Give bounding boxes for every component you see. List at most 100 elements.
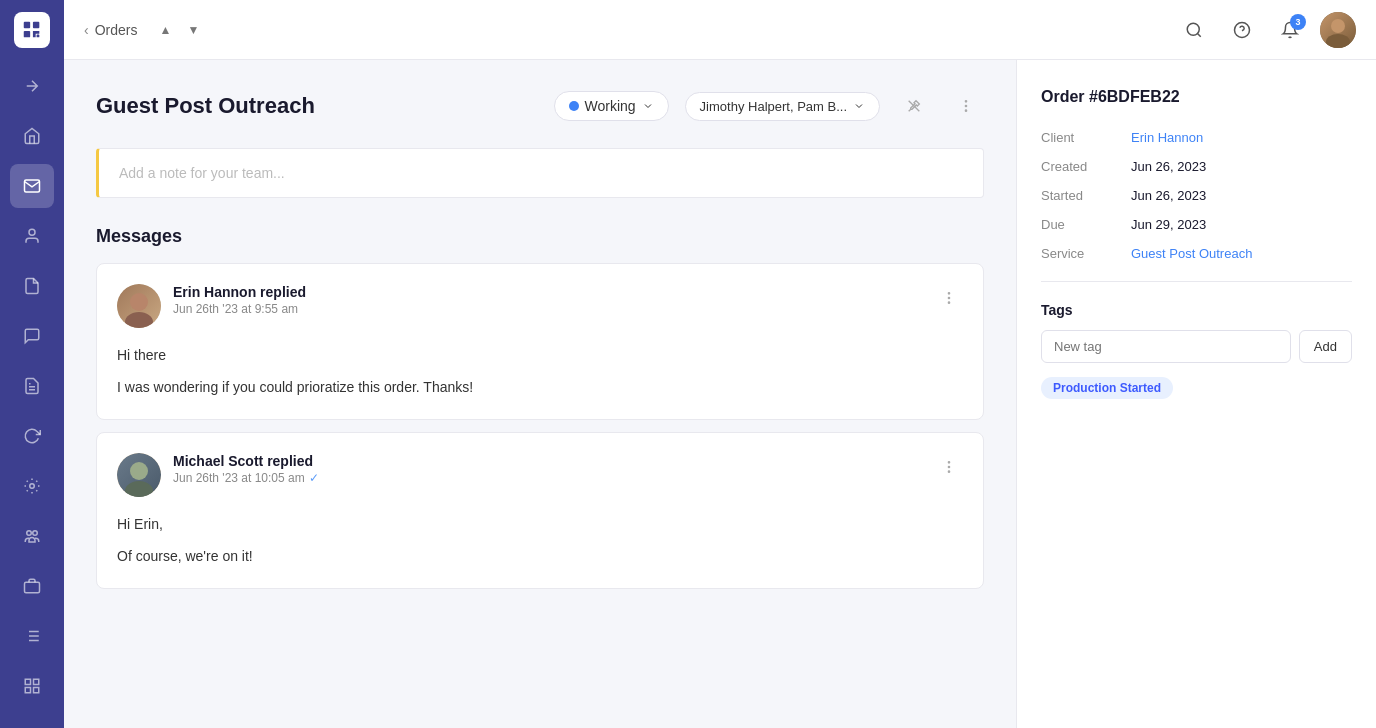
assignee-label: Jimothy Halpert, Pam B... <box>700 99 847 114</box>
order-id: Order #6BDFEB22 <box>1041 88 1352 106</box>
sidebar-item-integrations[interactable] <box>10 464 54 508</box>
sidebar-item-list[interactable] <box>10 614 54 658</box>
detail-row-created: Created Jun 26, 2023 <box>1041 159 1352 174</box>
msg-body-1: Hi there I was wondering if you could pr… <box>117 344 963 399</box>
msg-meta-2: Michael Scott replied Jun 26th '23 at 10… <box>173 453 923 485</box>
msg-menu-2[interactable] <box>935 453 963 481</box>
add-tag-button[interactable]: Add <box>1299 330 1352 363</box>
svg-point-33 <box>948 297 949 298</box>
sidebar-item-inbox[interactable] <box>10 164 54 208</box>
left-panel: Guest Post Outreach Working Jimothy Halp… <box>64 60 1016 728</box>
svg-rect-17 <box>34 688 39 693</box>
svg-line-20 <box>1197 33 1200 36</box>
msg-meta-1: Erin Hannon replied Jun 26th '23 at 9:55… <box>173 284 923 316</box>
nav-up-arrow[interactable]: ▲ <box>153 18 177 42</box>
pin-button[interactable] <box>896 88 932 124</box>
sidebar-item-go[interactable] <box>10 64 54 108</box>
detail-row-due: Due Jun 29, 2023 <box>1041 217 1352 232</box>
svg-rect-0 <box>24 22 30 28</box>
svg-rect-1 <box>24 31 30 37</box>
svg-point-7 <box>30 484 35 489</box>
svg-point-35 <box>130 462 148 480</box>
detail-row-client: Client Erin Hannon <box>1041 130 1352 145</box>
sidebar-item-reports[interactable] <box>10 364 54 408</box>
breadcrumb-label: Orders <box>95 22 138 38</box>
sidebar-item-chat[interactable] <box>10 314 54 358</box>
status-dropdown[interactable]: Working <box>554 91 669 121</box>
svg-point-19 <box>1187 23 1199 35</box>
panel-divider <box>1041 281 1352 282</box>
messages-title: Messages <box>96 226 984 247</box>
svg-point-24 <box>1326 34 1350 48</box>
breadcrumb[interactable]: ‹ Orders <box>84 22 137 38</box>
svg-point-29 <box>130 293 148 311</box>
status-dot <box>569 101 579 111</box>
svg-point-38 <box>948 466 949 467</box>
sidebar-item-briefcase[interactable] <box>10 564 54 608</box>
sidebar-item-partners[interactable] <box>10 514 54 558</box>
topnav: ‹ Orders ▲ ▼ 3 <box>64 0 1376 60</box>
search-button[interactable] <box>1176 12 1212 48</box>
app-logo[interactable] <box>14 12 50 48</box>
sidebar-item-contacts[interactable] <box>10 214 54 258</box>
tag-input-row: Add <box>1041 330 1352 363</box>
sidebar-item-home[interactable] <box>10 114 54 158</box>
right-panel: Order #6BDFEB22 Client Erin Hannon Creat… <box>1016 60 1376 728</box>
msg-author-1: Erin Hannon replied <box>173 284 923 300</box>
note-input[interactable]: Add a note for your team... <box>96 148 984 198</box>
assignee-chevron-icon <box>853 100 865 112</box>
svg-point-39 <box>948 471 949 472</box>
tag-input[interactable] <box>1041 330 1291 363</box>
main-area: ‹ Orders ▲ ▼ 3 Guest Post Ou <box>64 0 1376 728</box>
detail-row-service: Service Guest Post Outreach <box>1041 246 1352 261</box>
sidebar-item-documents[interactable] <box>10 264 54 308</box>
svg-point-23 <box>1331 19 1345 33</box>
content-area: Guest Post Outreach Working Jimothy Halp… <box>64 60 1376 728</box>
svg-point-37 <box>948 461 949 462</box>
sidebar <box>0 0 64 728</box>
assignee-dropdown[interactable]: Jimothy Halpert, Pam B... <box>685 92 880 121</box>
page-title: Guest Post Outreach <box>96 93 538 119</box>
detail-row-started: Started Jun 26, 2023 <box>1041 188 1352 203</box>
svg-rect-3 <box>37 35 40 38</box>
msg-menu-1[interactable] <box>935 284 963 312</box>
more-options-button[interactable] <box>948 88 984 124</box>
tag-chip-production-started[interactable]: Production Started <box>1041 377 1173 399</box>
msg-body-2: Hi Erin, Of course, we're on it! <box>117 513 963 568</box>
notifications-button[interactable]: 3 <box>1272 12 1308 48</box>
breadcrumb-chevron: ‹ <box>84 22 89 38</box>
michael-avatar <box>117 453 161 497</box>
erin-avatar <box>117 284 161 328</box>
detail-value-due: Jun 29, 2023 <box>1131 217 1206 232</box>
svg-point-26 <box>965 101 966 102</box>
msg-author-2: Michael Scott replied <box>173 453 923 469</box>
status-label: Working <box>585 98 636 114</box>
svg-rect-15 <box>25 679 30 684</box>
msg-time-2: Jun 26th '23 at 10:05 am ✓ <box>173 471 923 485</box>
detail-label-due: Due <box>1041 217 1131 232</box>
status-chevron-icon <box>642 100 654 112</box>
nav-down-arrow[interactable]: ▼ <box>181 18 205 42</box>
help-button[interactable] <box>1224 12 1260 48</box>
detail-value-started: Jun 26, 2023 <box>1131 188 1206 203</box>
detail-label-service: Service <box>1041 246 1131 261</box>
detail-label-client: Client <box>1041 130 1131 145</box>
svg-rect-8 <box>25 582 40 593</box>
tags-title: Tags <box>1041 302 1352 318</box>
msg-time-1: Jun 26th '23 at 9:55 am <box>173 302 923 316</box>
svg-rect-2 <box>33 22 39 28</box>
svg-point-28 <box>965 110 966 111</box>
notification-badge: 3 <box>1290 14 1306 30</box>
detail-value-created: Jun 26, 2023 <box>1131 159 1206 174</box>
sidebar-item-grid[interactable] <box>10 664 54 708</box>
sidebar-item-refresh[interactable] <box>10 414 54 458</box>
svg-rect-18 <box>25 688 30 693</box>
svg-point-4 <box>29 229 35 235</box>
read-check-icon: ✓ <box>309 471 319 485</box>
svg-point-30 <box>125 312 153 328</box>
svg-rect-16 <box>34 679 39 684</box>
message-card-2: Michael Scott replied Jun 26th '23 at 10… <box>96 432 984 589</box>
user-avatar[interactable] <box>1320 12 1356 48</box>
detail-value-service[interactable]: Guest Post Outreach <box>1131 246 1252 261</box>
detail-value-client[interactable]: Erin Hannon <box>1131 130 1203 145</box>
